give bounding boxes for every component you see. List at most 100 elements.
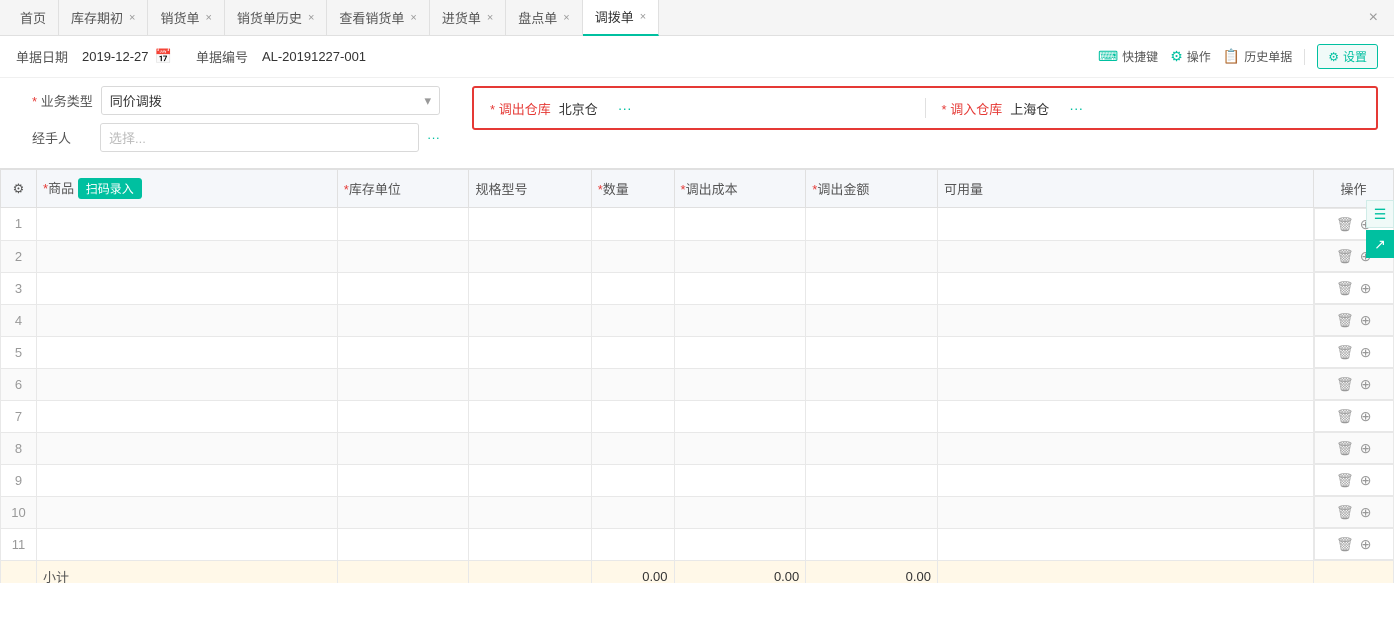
unit-cell[interactable] xyxy=(337,208,469,241)
unit-cell[interactable] xyxy=(337,432,469,464)
tab-transfer-order[interactable]: 调拨单 × xyxy=(583,0,659,36)
cost-cell[interactable] xyxy=(674,240,806,272)
amount-cell[interactable] xyxy=(806,272,938,304)
amount-cell[interactable] xyxy=(806,368,938,400)
unit-cell[interactable] xyxy=(337,240,469,272)
copy-icon[interactable]: ⊕ xyxy=(1360,536,1372,553)
tab-bar-close-button[interactable]: × xyxy=(1361,9,1386,27)
delete-icon[interactable]: 🗑 xyxy=(1336,536,1354,553)
qty-cell[interactable] xyxy=(591,336,674,368)
delete-icon[interactable]: 🗑 xyxy=(1336,312,1354,329)
product-cell[interactable] xyxy=(37,432,338,464)
available-cell[interactable] xyxy=(937,400,1313,432)
qty-cell[interactable] xyxy=(591,496,674,528)
available-cell[interactable] xyxy=(937,464,1313,496)
spec-cell[interactable] xyxy=(469,272,591,304)
delete-icon[interactable]: 🗑 xyxy=(1336,248,1354,265)
close-icon[interactable]: × xyxy=(205,12,211,24)
spec-cell[interactable] xyxy=(469,336,591,368)
amount-cell[interactable] xyxy=(806,304,938,336)
amount-cell[interactable] xyxy=(806,496,938,528)
delete-icon[interactable]: 🗑 xyxy=(1336,472,1354,489)
qty-cell[interactable] xyxy=(591,368,674,400)
cost-cell[interactable] xyxy=(674,464,806,496)
warehouse-out-more-icon[interactable]: ··· xyxy=(618,100,632,116)
product-cell[interactable] xyxy=(37,496,338,528)
unit-cell[interactable] xyxy=(337,304,469,336)
qty-cell[interactable] xyxy=(591,304,674,336)
operation-button[interactable]: ⚙ 操作 xyxy=(1170,48,1211,65)
delete-icon[interactable]: 🗑 xyxy=(1336,280,1354,297)
available-cell[interactable] xyxy=(937,496,1313,528)
unit-cell[interactable] xyxy=(337,336,469,368)
table-scroll-area[interactable]: ⚙ *商品 扫码录入 *库存单位 规格型号 *数量 xyxy=(0,169,1394,583)
cost-cell[interactable] xyxy=(674,272,806,304)
available-cell[interactable] xyxy=(937,208,1313,241)
amount-cell[interactable] xyxy=(806,208,938,241)
tab-home[interactable]: 首页 xyxy=(8,0,59,36)
spec-cell[interactable] xyxy=(469,304,591,336)
delete-icon[interactable]: 🗑 xyxy=(1336,440,1354,457)
qty-cell[interactable] xyxy=(591,272,674,304)
spec-cell[interactable] xyxy=(469,368,591,400)
settings-button[interactable]: ⚙ 设置 xyxy=(1317,44,1378,69)
tab-purchase-order[interactable]: 进货单 × xyxy=(430,0,506,36)
gear-icon[interactable]: ⚙ xyxy=(13,181,25,196)
handler-select[interactable]: 选择... xyxy=(100,123,419,152)
copy-icon[interactable]: ⊕ xyxy=(1360,280,1372,297)
amount-cell[interactable] xyxy=(806,464,938,496)
amount-cell[interactable] xyxy=(806,432,938,464)
unit-cell[interactable] xyxy=(337,528,469,561)
amount-cell[interactable] xyxy=(806,528,938,561)
amount-cell[interactable] xyxy=(806,400,938,432)
float-expand-icon[interactable]: ↗ xyxy=(1366,230,1394,258)
product-cell[interactable] xyxy=(37,464,338,496)
calendar-icon[interactable]: 📅 xyxy=(155,48,172,65)
warehouse-in-more-icon[interactable]: ··· xyxy=(1069,100,1083,116)
tab-sales-history[interactable]: 销货单历史 × xyxy=(225,0,327,36)
delete-icon[interactable]: 🗑 xyxy=(1336,216,1354,233)
tab-inventory-count[interactable]: 盘点单 × xyxy=(506,0,582,36)
float-list-icon[interactable]: ☰ xyxy=(1366,200,1394,228)
unit-cell[interactable] xyxy=(337,400,469,432)
available-cell[interactable] xyxy=(937,432,1313,464)
available-cell[interactable] xyxy=(937,336,1313,368)
close-icon[interactable]: × xyxy=(640,11,646,23)
copy-icon[interactable]: ⊕ xyxy=(1360,472,1372,489)
close-icon[interactable]: × xyxy=(563,12,569,24)
available-cell[interactable] xyxy=(937,304,1313,336)
cost-cell[interactable] xyxy=(674,496,806,528)
amount-cell[interactable] xyxy=(806,336,938,368)
spec-cell[interactable] xyxy=(469,240,591,272)
available-cell[interactable] xyxy=(937,528,1313,561)
product-cell[interactable] xyxy=(37,240,338,272)
qty-cell[interactable] xyxy=(591,432,674,464)
spec-cell[interactable] xyxy=(469,432,591,464)
product-cell[interactable] xyxy=(37,368,338,400)
th-gear[interactable]: ⚙ xyxy=(1,170,37,208)
copy-icon[interactable]: ⊕ xyxy=(1360,408,1372,425)
amount-cell[interactable] xyxy=(806,240,938,272)
unit-cell[interactable] xyxy=(337,496,469,528)
qty-cell[interactable] xyxy=(591,208,674,241)
copy-icon[interactable]: ⊕ xyxy=(1360,376,1372,393)
qty-cell[interactable] xyxy=(591,464,674,496)
delete-icon[interactable]: 🗑 xyxy=(1336,504,1354,521)
qty-cell[interactable] xyxy=(591,528,674,561)
copy-icon[interactable]: ⊕ xyxy=(1360,504,1372,521)
product-cell[interactable] xyxy=(37,272,338,304)
cost-cell[interactable] xyxy=(674,528,806,561)
cost-cell[interactable] xyxy=(674,368,806,400)
spec-cell[interactable] xyxy=(469,464,591,496)
tab-sales-order[interactable]: 销货单 × xyxy=(148,0,224,36)
delete-icon[interactable]: 🗑 xyxy=(1336,344,1354,361)
cost-cell[interactable] xyxy=(674,400,806,432)
available-cell[interactable] xyxy=(937,272,1313,304)
unit-cell[interactable] xyxy=(337,272,469,304)
history-button[interactable]: 📋 历史单据 xyxy=(1223,48,1292,65)
spec-cell[interactable] xyxy=(469,208,591,241)
copy-icon[interactable]: ⊕ xyxy=(1360,344,1372,361)
product-cell[interactable] xyxy=(37,400,338,432)
product-cell[interactable] xyxy=(37,336,338,368)
tab-inventory-init[interactable]: 库存期初 × xyxy=(59,0,148,36)
